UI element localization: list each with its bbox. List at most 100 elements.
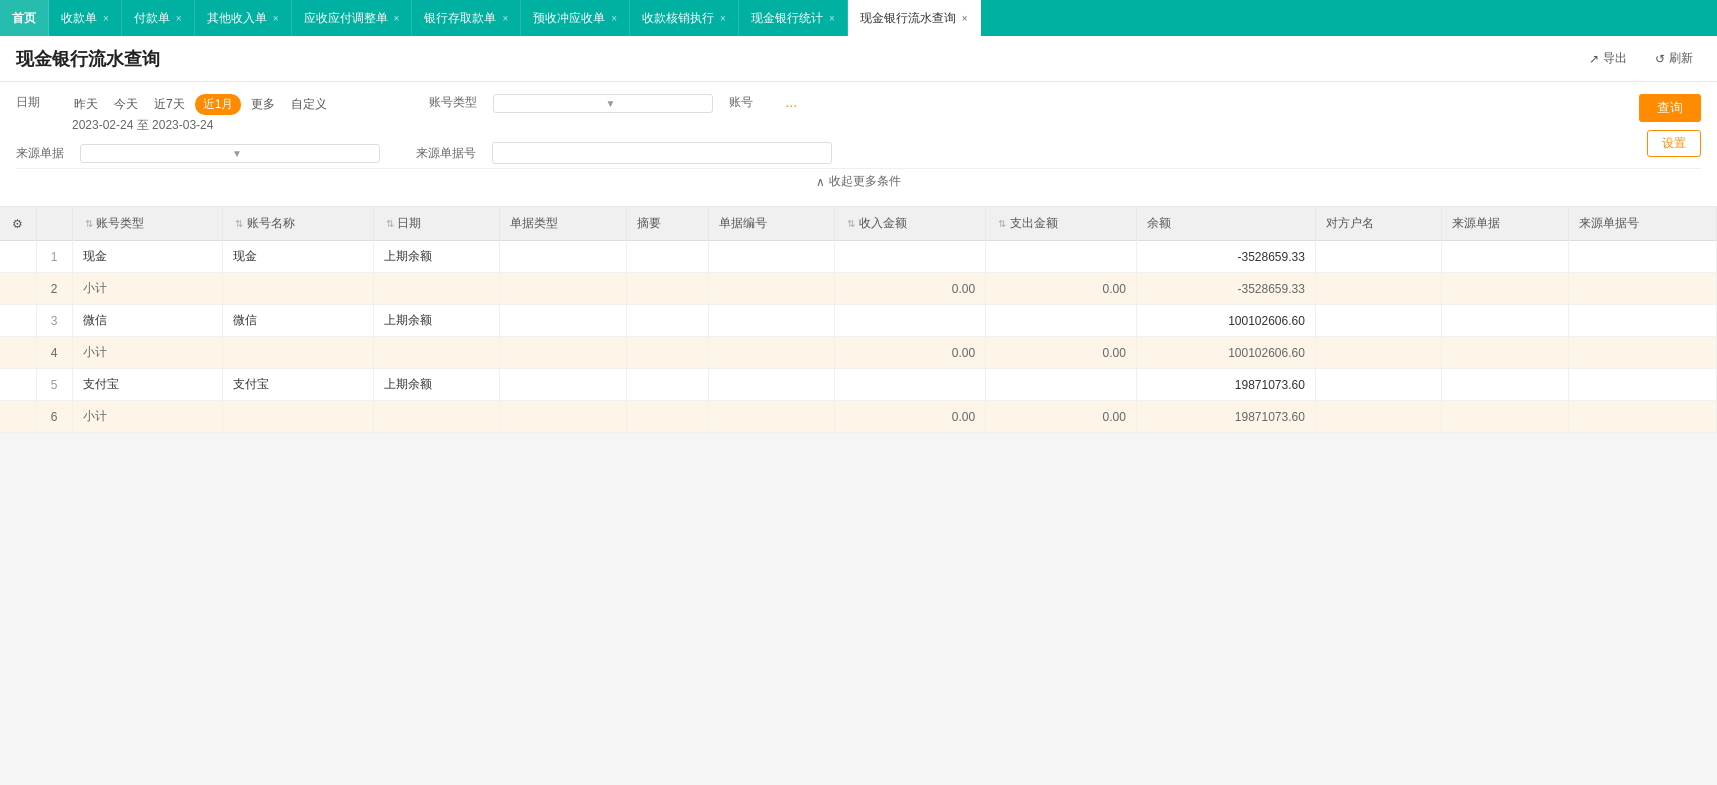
balance-col-header: 余额: [1136, 207, 1315, 241]
date-option-custom[interactable]: 自定义: [285, 94, 333, 115]
nav-item-close-receipt-verify[interactable]: ×: [720, 13, 726, 24]
table-cell: [626, 273, 708, 305]
table-row: 1现金现金上期余额-3528659.33: [0, 241, 1717, 273]
account-type-col-header[interactable]: ⇅ 账号类型: [72, 207, 223, 241]
nav-item-cash-bank-flow[interactable]: 现金银行流水查询×: [848, 0, 981, 36]
nav-item-ar-ap-adjust[interactable]: 应收应付调整单×: [292, 0, 413, 36]
date-option-7days[interactable]: 近7天: [148, 94, 191, 115]
filter-left: 日期 昨天 今天 近7天 近1月 更多 自定义 2023-02-24 至 202…: [16, 94, 1623, 164]
top-nav: 首页收款单×付款单×其他收入单×应收应付调整单×银行存取款单×预收冲应收单×收款…: [0, 0, 1717, 36]
table-cell: 19871073.60: [1136, 369, 1315, 401]
table-cell: -3528659.33: [1136, 273, 1315, 305]
table-cell: [374, 337, 500, 369]
table-cell: [835, 241, 986, 273]
table-cell: [835, 369, 986, 401]
nav-item-other-income[interactable]: 其他收入单×: [195, 0, 292, 36]
source-doc-no-col-header: 来源单据号: [1568, 207, 1716, 241]
table-container: ⚙ ⇅ 账号类型 ⇅ 账号名称 ⇅ 日期 单据类型 摘要 单据编号 ⇅ 收入金额…: [0, 207, 1717, 433]
source-doc-filter-group: 来源单据 ▼ 来源单据号: [16, 142, 1623, 164]
nav-item-bank-deposit[interactable]: 银行存取款单×: [412, 0, 521, 36]
nav-item-close-cash-bank-flow[interactable]: ×: [962, 13, 968, 24]
date-col-header[interactable]: ⇅ 日期: [374, 207, 500, 241]
table-row: 5支付宝支付宝上期余额19871073.60: [0, 369, 1717, 401]
table-row: 3微信微信上期余额100102606.60: [0, 305, 1717, 337]
table-cell: [709, 401, 835, 433]
nav-item-close-receipt[interactable]: ×: [103, 13, 109, 24]
summary-col-header[interactable]: 摘要: [626, 207, 708, 241]
page-header: 现金银行流水查询 ↗ 导出 ↺ 刷新: [0, 36, 1717, 82]
gear-col-header[interactable]: ⚙: [0, 207, 36, 241]
table-cell: [835, 305, 986, 337]
date-option-1month[interactable]: 近1月: [195, 94, 242, 115]
doc-type-col-header[interactable]: 单据类型: [500, 207, 626, 241]
nav-item-home[interactable]: 首页: [0, 0, 49, 36]
table-cell: -3528659.33: [1136, 241, 1315, 273]
table-cell: [1315, 337, 1441, 369]
table-cell: [500, 337, 626, 369]
date-filter-group: 日期 昨天 今天 近7天 近1月 更多 自定义 2023-02-24 至 202…: [16, 94, 1623, 134]
nav-item-close-ar-ap-adjust[interactable]: ×: [394, 13, 400, 24]
nav-item-close-advance-offset[interactable]: ×: [611, 13, 617, 24]
nav-item-close-bank-deposit[interactable]: ×: [502, 13, 508, 24]
refresh-icon: ↺: [1655, 52, 1665, 66]
date-option-yesterday[interactable]: 昨天: [68, 94, 104, 115]
source-doc-label: 来源单据: [16, 145, 64, 162]
nav-item-close-other-income[interactable]: ×: [273, 13, 279, 24]
table-cell: 支付宝: [72, 369, 223, 401]
table-cell: 上期余额: [374, 241, 500, 273]
table-cell: [1442, 369, 1568, 401]
nav-item-close-payment[interactable]: ×: [176, 13, 182, 24]
nav-item-advance-offset[interactable]: 预收冲应收单×: [521, 0, 630, 36]
query-button[interactable]: 查询: [1639, 94, 1701, 122]
account-name-col-header[interactable]: ⇅ 账号名称: [223, 207, 374, 241]
refresh-button[interactable]: ↺ 刷新: [1647, 46, 1701, 71]
nav-item-cash-bank-stat[interactable]: 现金银行统计×: [739, 0, 848, 36]
table-cell: [223, 337, 374, 369]
date-option-today[interactable]: 今天: [108, 94, 144, 115]
nav-item-receipt-verify[interactable]: 收款核销执行×: [630, 0, 739, 36]
source-doc-select[interactable]: ▼: [80, 144, 380, 163]
table-cell: [1568, 401, 1716, 433]
sort-icon-5: ⇅: [998, 218, 1006, 229]
table-cell: [500, 273, 626, 305]
table-cell: 0.00: [835, 337, 986, 369]
table-cell: [0, 241, 36, 273]
export-button[interactable]: ↗ 导出: [1581, 46, 1635, 71]
nav-item-receipt[interactable]: 收款单×: [49, 0, 122, 36]
table-cell: 小计: [72, 273, 223, 305]
table-header: ⚙ ⇅ 账号类型 ⇅ 账号名称 ⇅ 日期 单据类型 摘要 单据编号 ⇅ 收入金额…: [0, 207, 1717, 241]
table-cell: 6: [36, 401, 72, 433]
settings-button[interactable]: 设置: [1647, 130, 1701, 157]
account-label: 账号: [729, 94, 765, 111]
sort-icon-2: ⇅: [235, 218, 243, 229]
account-ellipsis-button[interactable]: ...: [781, 94, 801, 110]
date-option-more[interactable]: 更多: [245, 94, 281, 115]
num-col-header: [36, 207, 72, 241]
table-cell: [626, 337, 708, 369]
table-cell: 上期余额: [374, 305, 500, 337]
nav-item-close-cash-bank-stat[interactable]: ×: [829, 13, 835, 24]
table-cell: [709, 369, 835, 401]
nav-item-payment[interactable]: 付款单×: [122, 0, 195, 36]
table-cell: 100102606.60: [1136, 305, 1315, 337]
table-cell: [500, 241, 626, 273]
table-cell: 19871073.60: [1136, 401, 1315, 433]
table-cell: [626, 241, 708, 273]
table-cell: [626, 305, 708, 337]
header-actions: ↗ 导出 ↺ 刷新: [1581, 46, 1701, 71]
filter-main-row: 日期 昨天 今天 近7天 近1月 更多 自定义 2023-02-24 至 202…: [16, 94, 1701, 164]
table-cell: [986, 369, 1137, 401]
table-cell: 上期余额: [374, 369, 500, 401]
collapse-button[interactable]: ∧ 收起更多条件: [16, 168, 1701, 194]
source-doc-no-input[interactable]: [492, 142, 832, 164]
account-type-select[interactable]: ▼: [493, 94, 713, 113]
table-cell: [1442, 305, 1568, 337]
expense-col-header[interactable]: ⇅ 支出金额: [986, 207, 1137, 241]
table-cell: [374, 273, 500, 305]
table-cell: [1442, 401, 1568, 433]
doc-no-col-header[interactable]: 单据编号: [709, 207, 835, 241]
table-row: 4小计0.000.00100102606.60: [0, 337, 1717, 369]
account-type-arrow-icon: ▼: [605, 98, 704, 109]
table-cell: [1568, 369, 1716, 401]
income-col-header[interactable]: ⇅ 收入金额: [835, 207, 986, 241]
